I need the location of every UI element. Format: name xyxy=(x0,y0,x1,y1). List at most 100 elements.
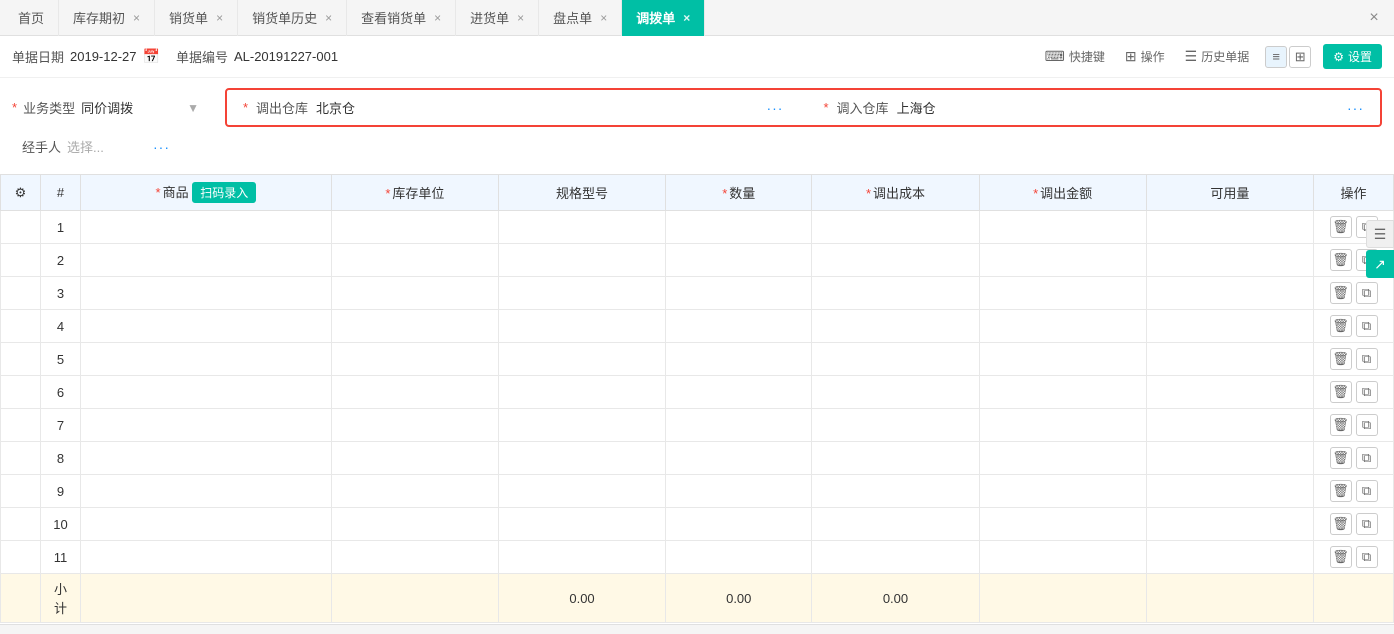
close-inventory-count-tab[interactable]: × xyxy=(600,12,607,24)
delete-row-btn[interactable]: 🗑 xyxy=(1330,216,1352,238)
bottom-scroll[interactable] xyxy=(0,624,1394,634)
wh-out-more-icon[interactable]: ··· xyxy=(766,100,783,116)
close-transfer-order-tab[interactable]: × xyxy=(683,12,690,24)
grid-view-btn[interactable]: ⊞ xyxy=(1289,46,1311,68)
tab-bar: 首页 库存期初 × 销货单 × 销货单历史 × 查看销货单 × 进货单 × 盘点… xyxy=(0,0,1394,36)
wh-out-value[interactable]: 北京仓 xyxy=(316,98,758,117)
gear-icon: ⚙ xyxy=(1333,50,1344,64)
shortcuts-btn[interactable]: ⌨ 快捷键 xyxy=(1041,46,1109,67)
table-row: 10 🗑 ⧉ xyxy=(1,508,1394,541)
table-body: 1 🗑 ⧉ 2 xyxy=(1,211,1394,623)
copy-row-btn[interactable]: ⧉ xyxy=(1356,513,1378,535)
wh-in-label: 调入仓库 xyxy=(837,98,889,117)
tab-sales-history[interactable]: 销货单历史 × xyxy=(238,0,347,36)
handler-more-icon[interactable]: ··· xyxy=(153,139,170,155)
table-container: ⚙ # *商品 扫码录入 *库存单位 规格型号 *数量 *调出成本 *调出金额 … xyxy=(0,174,1394,624)
copy-row-btn[interactable]: ⧉ xyxy=(1356,315,1378,337)
close-sales-history-tab[interactable]: × xyxy=(325,12,332,24)
toolbar-row: 单据日期 2019-12-27 📅 单据编号 AL-20191227-001 ⌨… xyxy=(0,36,1394,78)
th-ops: 操作 xyxy=(1314,175,1394,211)
delete-row-btn[interactable]: 🗑 xyxy=(1330,282,1352,304)
wh-in-value[interactable]: 上海仓 xyxy=(897,98,1339,117)
th-qty: *数量 xyxy=(666,175,812,211)
tab-sales-order[interactable]: 销货单 × xyxy=(155,0,238,36)
data-table: ⚙ # *商品 扫码录入 *库存单位 规格型号 *数量 *调出成本 *调出金额 … xyxy=(0,174,1394,623)
delete-row-btn[interactable]: 🗑 xyxy=(1330,480,1352,502)
tab-inventory-init[interactable]: 库存期初 × xyxy=(59,0,155,36)
delete-row-btn[interactable]: 🗑 xyxy=(1330,546,1352,568)
delete-row-btn[interactable]: 🗑 xyxy=(1330,249,1352,271)
form-row-2: 经手人 选择... ··· xyxy=(12,137,1382,156)
th-settings[interactable]: ⚙ xyxy=(1,175,41,211)
wh-in-more-icon[interactable]: ··· xyxy=(1347,100,1364,116)
delete-row-btn[interactable]: 🗑 xyxy=(1330,315,1352,337)
th-amount: *调出金额 xyxy=(979,175,1146,211)
tab-inventory-count[interactable]: 盘点单 × xyxy=(539,0,622,36)
biz-type-value[interactable]: 同价调拨 xyxy=(81,98,181,117)
warehouse-box: * 调出仓库 北京仓 ··· * 调入仓库 上海仓 ··· xyxy=(225,88,1382,127)
operations-btn[interactable]: ⊞ 操作 xyxy=(1121,46,1169,67)
th-unit: *库存单位 xyxy=(331,175,498,211)
biz-type-label: 业务类型 xyxy=(23,98,75,117)
th-num: # xyxy=(41,175,81,211)
tab-view-sales[interactable]: 查看销货单 × xyxy=(347,0,456,36)
copy-row-btn[interactable]: ⧉ xyxy=(1356,414,1378,436)
toolbar-actions: ⌨ 快捷键 ⊞ 操作 ☰ 历史单据 ≡ ⊞ ⚙ 设置 xyxy=(1041,44,1382,69)
close-view-sales-tab[interactable]: × xyxy=(434,12,441,24)
scan-btn[interactable]: 扫码录入 xyxy=(192,182,256,203)
close-sales-order-tab[interactable]: × xyxy=(216,12,223,24)
table-row: 2 🗑 ⧉ xyxy=(1,244,1394,277)
copy-row-btn[interactable]: ⧉ xyxy=(1356,348,1378,370)
history-btn[interactable]: ☰ 历史单据 xyxy=(1181,46,1254,67)
float-expand-btn[interactable]: ↗ xyxy=(1366,250,1394,278)
doc-no-field: 单据编号 AL-20191227-001 xyxy=(176,47,338,66)
list-view-btn[interactable]: ≡ xyxy=(1265,46,1287,68)
th-cost: *调出成本 xyxy=(812,175,979,211)
tab-home[interactable]: 首页 xyxy=(4,0,59,36)
warehouse-out-field: * 调出仓库 北京仓 ··· xyxy=(243,98,784,117)
wh-out-label: 调出仓库 xyxy=(256,98,308,117)
table-row: 11 🗑 ⧉ xyxy=(1,541,1394,574)
table-row: 5 🗑 ⧉ xyxy=(1,343,1394,376)
close-purchase-order-tab[interactable]: × xyxy=(517,12,524,24)
delete-row-btn[interactable]: 🗑 xyxy=(1330,513,1352,535)
wh-out-required: * xyxy=(243,100,248,115)
settings-btn[interactable]: ⚙ 设置 xyxy=(1323,44,1382,69)
tab-transfer-order[interactable]: 调拨单 × xyxy=(622,0,705,36)
handler-field: 经手人 选择... ··· xyxy=(22,137,170,156)
th-avail: 可用量 xyxy=(1146,175,1313,211)
table-row: 6 🗑 ⧉ xyxy=(1,376,1394,409)
window-close-button[interactable]: × xyxy=(1358,0,1390,36)
subtotal-row: 小计 0.00 0.00 0.00 xyxy=(1,574,1394,623)
copy-row-btn[interactable]: ⧉ xyxy=(1356,282,1378,304)
handler-value[interactable]: 选择... xyxy=(67,137,147,156)
warehouse-in-field: * 调入仓库 上海仓 ··· xyxy=(823,98,1364,117)
delete-row-btn[interactable]: 🗑 xyxy=(1330,381,1352,403)
table-row: 7 🗑 ⧉ xyxy=(1,409,1394,442)
right-float-bar: ☰ ↗ xyxy=(1366,220,1394,278)
delete-row-btn[interactable]: 🗑 xyxy=(1330,447,1352,469)
copy-row-btn[interactable]: ⧉ xyxy=(1356,447,1378,469)
table-row: 4 🗑 ⧉ xyxy=(1,310,1394,343)
close-inventory-init-tab[interactable]: × xyxy=(133,12,140,24)
calendar-icon[interactable]: 📅 xyxy=(143,48,160,65)
th-product: *商品 扫码录入 xyxy=(81,175,332,211)
form-area: * 业务类型 同价调拨 ▼ * 调出仓库 北京仓 ··· * 调入仓库 上海仓 xyxy=(0,78,1394,174)
copy-row-btn[interactable]: ⧉ xyxy=(1356,480,1378,502)
tab-purchase-order[interactable]: 进货单 × xyxy=(456,0,539,36)
copy-row-btn[interactable]: ⧉ xyxy=(1356,546,1378,568)
delete-row-btn[interactable]: 🗑 xyxy=(1330,414,1352,436)
delete-row-btn[interactable]: 🗑 xyxy=(1330,348,1352,370)
view-toggle: ≡ ⊞ xyxy=(1265,46,1311,68)
product-required-mark: * xyxy=(156,185,161,200)
grid-icon: ⊞ xyxy=(1125,48,1137,65)
float-list-btn[interactable]: ☰ xyxy=(1366,220,1394,248)
keyboard-icon: ⌨ xyxy=(1045,48,1065,65)
copy-row-btn[interactable]: ⧉ xyxy=(1356,381,1378,403)
doc-date-value: 2019-12-27 xyxy=(70,49,137,64)
handler-label: 经手人 xyxy=(22,137,61,156)
th-spec: 规格型号 xyxy=(498,175,665,211)
doc-no-value: AL-20191227-001 xyxy=(234,49,338,64)
history-icon: ☰ xyxy=(1185,48,1198,65)
biz-type-dropdown-icon[interactable]: ▼ xyxy=(187,101,199,115)
